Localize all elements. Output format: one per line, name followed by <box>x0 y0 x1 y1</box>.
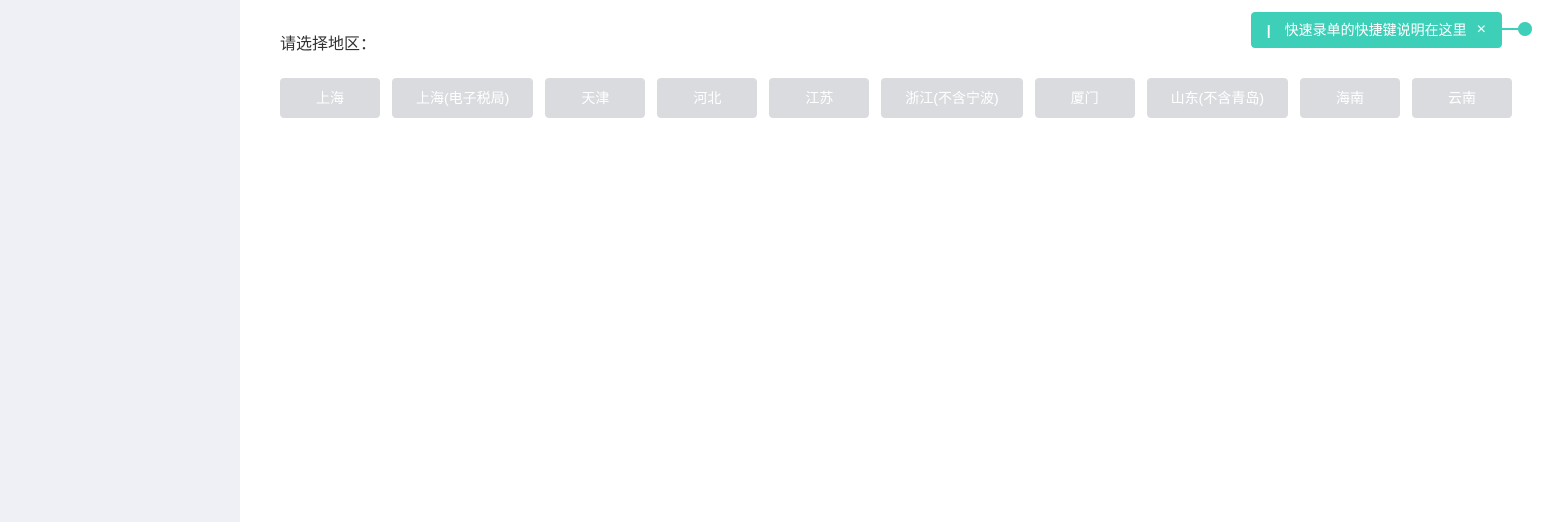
region-button-zhejiang[interactable]: 浙江(不含宁波) <box>881 78 1022 118</box>
region-button-tianjin[interactable]: 天津 <box>545 78 645 118</box>
tooltip-text: 快速录单的快捷键说明在这里 <box>1285 20 1467 40</box>
region-buttons: 上海上海(电子税局) 天津河北江苏浙江(不含宁波) 厦门山东(不含青岛) 海南云南 <box>280 78 1522 118</box>
region-button-shandong[interactable]: 山东(不含青岛) <box>1147 78 1288 118</box>
region-button-hainan[interactable]: 海南 <box>1300 78 1400 118</box>
tooltip-dot <box>1518 22 1532 36</box>
region-button-shanghai-etax[interactable]: 上海(电子税局) <box>392 78 533 118</box>
region-button-jiangsu[interactable]: 江苏 <box>769 78 869 118</box>
region-button-shanghai[interactable]: 上海 <box>280 78 380 118</box>
region-button-xiamen[interactable]: 厦门 <box>1035 78 1135 118</box>
tooltip-banner: 快速录单的快捷键说明在这里 × <box>1251 12 1502 48</box>
main-content: 请选择地区： 上海上海(电子税局)天津河北江苏浙江(不含宁波)厦门山东(不含青岛… <box>240 0 1562 522</box>
sidebar <box>0 0 240 522</box>
tooltip-close-button[interactable]: × <box>1477 22 1486 38</box>
tooltip-line <box>1500 28 1518 30</box>
region-button-yunnan[interactable]: 云南 <box>1412 78 1512 118</box>
region-button-hebei[interactable]: 河北 <box>657 78 757 118</box>
